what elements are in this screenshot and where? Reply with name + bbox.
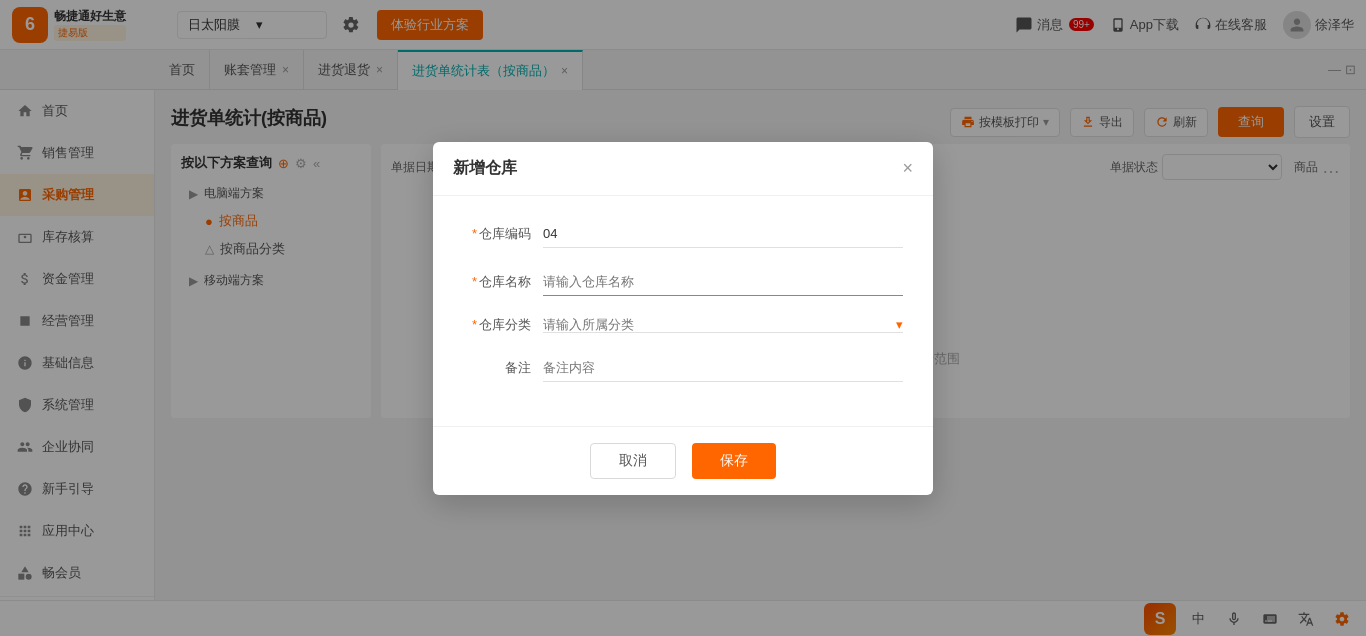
category-input[interactable]	[543, 317, 896, 332]
remark-input[interactable]	[543, 354, 903, 382]
warehouse-code-input[interactable]	[543, 220, 903, 248]
form-row-code: *仓库编码	[463, 220, 903, 248]
modal-title: 新增仓库	[453, 158, 517, 179]
name-label: *仓库名称	[463, 273, 543, 291]
modal-body: *仓库编码 *仓库名称 *仓库分类 ▾	[433, 196, 933, 426]
category-arrow-icon[interactable]: ▾	[896, 317, 903, 332]
form-row-category: *仓库分类 ▾	[463, 316, 903, 334]
save-button[interactable]: 保存	[692, 443, 776, 479]
modal-close-button[interactable]: ×	[902, 158, 913, 179]
new-warehouse-modal: 新增仓库 × *仓库编码 *仓库名称 *仓库分类	[433, 142, 933, 495]
modal-header: 新增仓库 ×	[433, 142, 933, 196]
category-select-wrapper: ▾	[543, 317, 903, 333]
form-row-remark: 备注	[463, 354, 903, 382]
modal-overlay[interactable]: 新增仓库 × *仓库编码 *仓库名称 *仓库分类	[0, 0, 1366, 636]
category-label: *仓库分类	[463, 316, 543, 334]
warehouse-name-input[interactable]	[543, 268, 903, 296]
modal-footer: 取消 保存	[433, 426, 933, 495]
form-row-name: *仓库名称	[463, 268, 903, 296]
remark-label: 备注	[463, 359, 543, 377]
cancel-button[interactable]: 取消	[590, 443, 676, 479]
code-label: *仓库编码	[463, 225, 543, 243]
